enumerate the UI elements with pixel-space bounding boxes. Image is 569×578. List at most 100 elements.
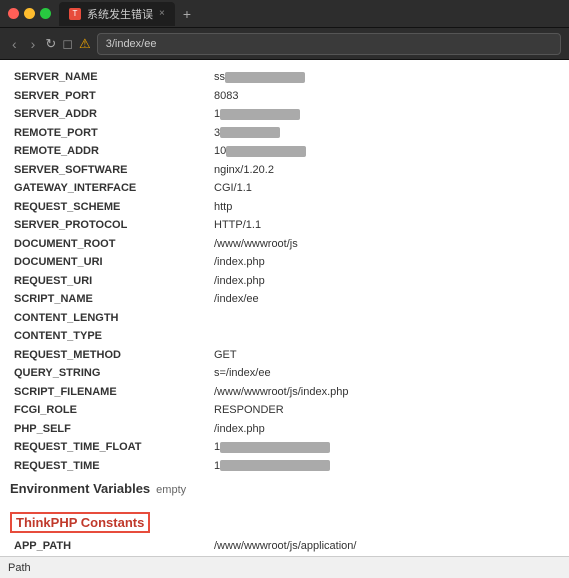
var-value: 1████ — [210, 457, 559, 476]
var-key: GATEWAY_INTERFACE — [10, 179, 210, 198]
var-value: 8083 — [210, 87, 559, 106]
env-vars-empty: empty — [156, 484, 186, 496]
tab-label: 系统发生错误 — [87, 6, 153, 22]
blurred-value: ████ — [220, 442, 330, 453]
table-row: SERVER_PROTOCOLHTTP/1.1 — [10, 216, 559, 235]
var-key: SCRIPT_NAME — [10, 290, 210, 309]
var-key: DOCUMENT_URI — [10, 253, 210, 272]
back-button[interactable]: ‹ — [8, 34, 21, 54]
content-area: SERVER_NAMEss████SERVER_PORT8083SERVER_A… — [0, 60, 569, 556]
url-bar[interactable] — [97, 33, 561, 55]
var-value: /index.php — [210, 253, 559, 272]
var-key: REQUEST_SCHEME — [10, 198, 210, 217]
title-bar: T 系统发生错误 × + — [0, 0, 569, 28]
var-value: /index.php — [210, 420, 559, 439]
warning-icon: ⚠ — [79, 36, 91, 52]
var-value: ss████ — [210, 68, 559, 87]
table-row: CONTENT_LENGTH — [10, 309, 559, 328]
table-row: REQUEST_URI/index.php — [10, 272, 559, 291]
table-row: SERVER_NAMEss████ — [10, 68, 559, 87]
var-key: CONTENT_LENGTH — [10, 309, 210, 328]
var-value: 10████ — [210, 142, 559, 161]
var-value — [210, 327, 559, 346]
table-row: SERVER_ADDR1████ — [10, 105, 559, 124]
var-key: REQUEST_TIME_FLOAT — [10, 438, 210, 457]
server-vars-table: SERVER_NAMEss████SERVER_PORT8083SERVER_A… — [10, 68, 559, 475]
table-row: PHP_SELF/index.php — [10, 420, 559, 439]
var-value: /index.php — [210, 272, 559, 291]
table-row: REQUEST_TIME_FLOAT1████ — [10, 438, 559, 457]
var-value: RESPONDER — [210, 401, 559, 420]
close-light[interactable] — [8, 8, 19, 19]
var-key: REMOTE_PORT — [10, 124, 210, 143]
thinkphp-title: ThinkPHP Constants — [10, 512, 150, 533]
var-key: SERVER_SOFTWARE — [10, 161, 210, 180]
table-row: SCRIPT_FILENAME/www/wwwroot/js/index.php — [10, 383, 559, 402]
var-value — [210, 309, 559, 328]
minimize-light[interactable] — [24, 8, 35, 19]
var-key: REMOTE_ADDR — [10, 142, 210, 161]
thinkphp-section: ThinkPHP Constants — [10, 504, 559, 537]
var-value: /index/ee — [210, 290, 559, 309]
blurred-value: ████ — [220, 109, 300, 120]
path-label: Path — [8, 562, 31, 574]
blurred-value: ████ — [220, 460, 330, 471]
var-key: QUERY_STRING — [10, 364, 210, 383]
var-key: SERVER_ADDR — [10, 105, 210, 124]
new-tab-button[interactable]: + — [179, 6, 195, 22]
refresh-button[interactable]: ↻ — [45, 36, 56, 52]
var-value: CGI/1.1 — [210, 179, 559, 198]
table-row: SERVER_SOFTWAREnginx/1.20.2 — [10, 161, 559, 180]
traffic-lights — [8, 8, 51, 19]
table-row: DOCUMENT_URI/index.php — [10, 253, 559, 272]
var-key: SCRIPT_FILENAME — [10, 383, 210, 402]
status-bar: Path — [0, 556, 569, 578]
table-row: SCRIPT_NAME/index/ee — [10, 290, 559, 309]
var-value: s=/index/ee — [210, 364, 559, 383]
tab-bar: T 系统发生错误 × + — [59, 2, 561, 26]
table-row: REQUEST_TIME1████ — [10, 457, 559, 476]
blurred-value: ████ — [220, 127, 280, 138]
table-row: REQUEST_METHODGET — [10, 346, 559, 365]
var-value: 3████ — [210, 124, 559, 143]
table-row: APP_PATH/www/wwwroot/js/application/ — [10, 537, 559, 556]
table-row: CONTENT_TYPE — [10, 327, 559, 346]
var-value: /www/wwwroot/js — [210, 235, 559, 254]
var-value: nginx/1.20.2 — [210, 161, 559, 180]
toolbar: ‹ › ↻ ◻ ⚠ — [0, 28, 569, 60]
table-row: DOCUMENT_ROOT/www/wwwroot/js — [10, 235, 559, 254]
var-value: http — [210, 198, 559, 217]
var-value: /www/wwwroot/js/application/ — [210, 537, 559, 556]
forward-button[interactable]: › — [27, 34, 40, 54]
var-key: SERVER_PORT — [10, 87, 210, 106]
var-value: 1████ — [210, 438, 559, 457]
var-key: REQUEST_METHOD — [10, 346, 210, 365]
bookmark-button[interactable]: ◻ — [62, 36, 73, 52]
thinkphp-vars-table: APP_PATH/www/wwwroot/js/application/THIN… — [10, 537, 559, 556]
maximize-light[interactable] — [40, 8, 51, 19]
var-key: PHP_SELF — [10, 420, 210, 439]
var-key: REQUEST_TIME — [10, 457, 210, 476]
var-key: FCGI_ROLE — [10, 401, 210, 420]
table-row: GATEWAY_INTERFACECGI/1.1 — [10, 179, 559, 198]
blurred-value: ████ — [225, 72, 305, 83]
table-row: SERVER_PORT8083 — [10, 87, 559, 106]
var-key: SERVER_PROTOCOL — [10, 216, 210, 235]
var-key: APP_PATH — [10, 537, 210, 556]
table-row: REQUEST_SCHEMEhttp — [10, 198, 559, 217]
var-value: 1████ — [210, 105, 559, 124]
var-key: CONTENT_TYPE — [10, 327, 210, 346]
browser-tab[interactable]: T 系统发生错误 × — [59, 2, 175, 26]
table-row: REMOTE_PORT3████ — [10, 124, 559, 143]
var-key: DOCUMENT_ROOT — [10, 235, 210, 254]
env-vars-section: Environment Variables empty — [10, 481, 559, 496]
table-row: QUERY_STRINGs=/index/ee — [10, 364, 559, 383]
tab-close-button[interactable]: × — [159, 8, 165, 19]
table-row: FCGI_ROLERESPONDER — [10, 401, 559, 420]
tab-favicon: T — [69, 8, 81, 20]
var-key: SERVER_NAME — [10, 68, 210, 87]
var-value: HTTP/1.1 — [210, 216, 559, 235]
table-row: REMOTE_ADDR10████ — [10, 142, 559, 161]
var-value: /www/wwwroot/js/index.php — [210, 383, 559, 402]
env-vars-title: Environment Variables — [10, 481, 150, 496]
